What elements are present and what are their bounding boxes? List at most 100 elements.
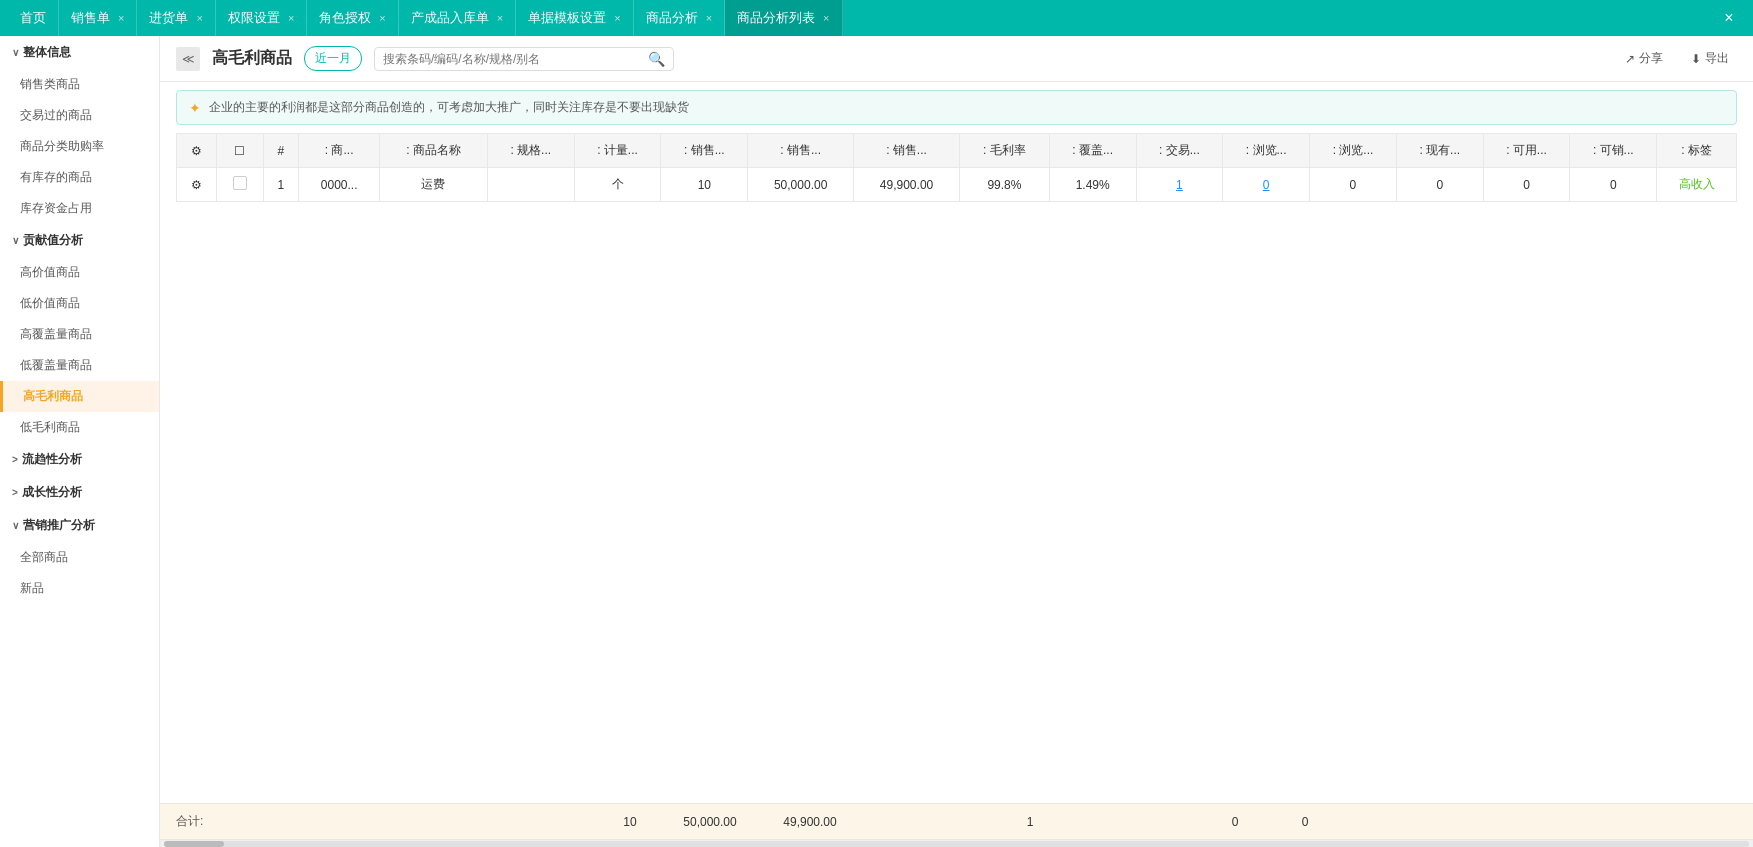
cell-sales-cost: 49,900.00 — [854, 168, 960, 202]
nav-template[interactable]: 单据模板设置 × — [516, 0, 633, 36]
cell-tag: 高收入 — [1657, 168, 1737, 202]
table-container: ⚙ ☐ # : 商... : 商品名称 : 规格... : 计量... : 销售… — [160, 133, 1753, 803]
cell-spec — [487, 168, 574, 202]
sidebar: ∨ 整体信息 销售类商品 交易过的商品 商品分类助购率 有库存的商品 库存资金占… — [0, 36, 160, 847]
sidebar-item-low-value[interactable]: 低价值商品 — [0, 288, 159, 319]
close-icon[interactable]: × — [379, 12, 385, 24]
sidebar-item-high-coverage[interactable]: 高覆盖量商品 — [0, 319, 159, 350]
close-icon[interactable]: × — [823, 12, 829, 24]
sidebar-item-traded-goods[interactable]: 交易过的商品 — [0, 100, 159, 131]
cell-gross-margin: 99.8% — [960, 168, 1050, 202]
col-coverage[interactable]: : 覆盖... — [1049, 134, 1136, 168]
nav-sales[interactable]: 销售单 × — [59, 0, 137, 36]
sidebar-group-marketing[interactable]: ∨ 营销推广分析 — [0, 509, 159, 542]
cell-check[interactable] — [217, 168, 264, 202]
close-icon[interactable]: × — [706, 12, 712, 24]
col-available[interactable]: : 可用... — [1483, 134, 1570, 168]
top-nav: 首页 销售单 × 进货单 × 权限设置 × 角色授权 × 产成品入库单 × 单据… — [0, 0, 1753, 36]
close-icon[interactable]: × — [196, 12, 202, 24]
chevron-right-icon: > — [12, 454, 18, 465]
search-box: 🔍 — [374, 47, 674, 71]
nav-permission[interactable]: 权限设置 × — [216, 0, 307, 36]
cell-views2: 0 — [1310, 168, 1397, 202]
content-area: ≪ 高毛利商品 近一月 🔍 ↗ 分享 ⬇ 导出 — [160, 36, 1753, 847]
page-title: 高毛利商品 — [212, 48, 292, 69]
col-check[interactable]: ☐ — [217, 134, 264, 168]
chevron-down-icon: ∨ — [12, 520, 19, 531]
col-num: # — [263, 134, 299, 168]
cell-transactions: 1 — [1136, 168, 1223, 202]
nav-analysis-list[interactable]: 商品分析列表 × — [725, 0, 842, 36]
scrollbar-track — [164, 841, 1749, 847]
col-sellable[interactable]: : 可销... — [1570, 134, 1657, 168]
col-sales-cost[interactable]: : 销售... — [854, 134, 960, 168]
col-unit[interactable]: : 计量... — [574, 134, 661, 168]
search-icon[interactable]: 🔍 — [648, 51, 665, 67]
filter-recent-month[interactable]: 近一月 — [304, 46, 362, 71]
sidebar-item-sales-goods[interactable]: 销售类商品 — [0, 69, 159, 100]
scrollbar-thumb[interactable] — [164, 841, 224, 847]
sidebar-group-trend[interactable]: > 流趋性分析 — [0, 443, 159, 476]
chevron-down-icon: ∨ — [12, 47, 19, 58]
col-code[interactable]: : 商... — [299, 134, 380, 168]
col-gross-margin[interactable]: : 毛利率 — [960, 134, 1050, 168]
table-row: ⚙ 1 0000... 运费 个 10 50,000.00 49,900.00 … — [177, 168, 1737, 202]
info-icon: ✦ — [189, 100, 201, 116]
cell-num: 1 — [263, 168, 299, 202]
sidebar-group-contribution[interactable]: ∨ 贡献值分析 — [0, 224, 159, 257]
export-button[interactable]: ⬇ 导出 — [1683, 46, 1737, 71]
sidebar-group-growth[interactable]: > 成长性分析 — [0, 476, 159, 509]
cell-code: 0000... — [299, 168, 380, 202]
close-icon[interactable]: × — [497, 12, 503, 24]
sidebar-item-all-goods[interactable]: 全部商品 — [0, 542, 159, 573]
sidebar-item-category-rate[interactable]: 商品分类助购率 — [0, 131, 159, 162]
header-actions: ↗ 分享 ⬇ 导出 — [1617, 46, 1737, 71]
col-views2[interactable]: : 浏览... — [1310, 134, 1397, 168]
content-header: ≪ 高毛利商品 近一月 🔍 ↗ 分享 ⬇ 导出 — [160, 36, 1753, 82]
close-icon[interactable]: × — [288, 12, 294, 24]
sidebar-group-overall[interactable]: ∨ 整体信息 — [0, 36, 159, 69]
cell-available: 0 — [1483, 168, 1570, 202]
share-icon: ↗ — [1625, 52, 1635, 66]
nav-home[interactable]: 首页 — [8, 0, 59, 36]
close-icon[interactable]: × — [614, 12, 620, 24]
col-sales-amount[interactable]: : 销售... — [748, 134, 854, 168]
nav-inbound[interactable]: 产成品入库单 × — [399, 0, 516, 36]
sidebar-item-stock-capital[interactable]: 库存资金占用 — [0, 193, 159, 224]
data-table: ⚙ ☐ # : 商... : 商品名称 : 规格... : 计量... : 销售… — [176, 133, 1737, 202]
search-input[interactable] — [383, 52, 644, 66]
cell-gear[interactable]: ⚙ — [177, 168, 217, 202]
nav-role[interactable]: 角色授权 × — [307, 0, 398, 36]
cell-sales-qty: 10 — [661, 168, 748, 202]
sidebar-item-in-stock[interactable]: 有库存的商品 — [0, 162, 159, 193]
cell-sales-amount: 50,000.00 — [748, 168, 854, 202]
cell-coverage: 1.49% — [1049, 168, 1136, 202]
sidebar-item-low-margin[interactable]: 低毛利商品 — [0, 412, 159, 443]
col-sales-qty[interactable]: : 销售... — [661, 134, 748, 168]
cell-current-stock: 0 — [1396, 168, 1483, 202]
nav-analysis[interactable]: 商品分析 × — [634, 0, 725, 36]
close-all-button[interactable]: × — [1713, 2, 1745, 34]
share-button[interactable]: ↗ 分享 — [1617, 46, 1671, 71]
sidebar-item-high-value[interactable]: 高价值商品 — [0, 257, 159, 288]
sidebar-item-high-margin[interactable]: 高毛利商品 — [0, 381, 159, 412]
cell-name: 运费 — [380, 168, 488, 202]
col-current-stock[interactable]: : 现有... — [1396, 134, 1483, 168]
col-spec[interactable]: : 规格... — [487, 134, 574, 168]
collapse-button[interactable]: ≪ — [176, 47, 200, 71]
col-name[interactable]: : 商品名称 — [380, 134, 488, 168]
cell-sellable: 0 — [1570, 168, 1657, 202]
horizontal-scrollbar[interactable] — [160, 839, 1753, 847]
col-gear[interactable]: ⚙ — [177, 134, 217, 168]
cell-views1: 0 — [1223, 168, 1310, 202]
col-transactions[interactable]: : 交易... — [1136, 134, 1223, 168]
nav-purchase[interactable]: 进货单 × — [137, 0, 215, 36]
table-body: ⚙ 1 0000... 运费 个 10 50,000.00 49,900.00 … — [177, 168, 1737, 202]
col-views1[interactable]: : 浏览... — [1223, 134, 1310, 168]
close-icon[interactable]: × — [118, 12, 124, 24]
sidebar-item-low-coverage[interactable]: 低覆盖量商品 — [0, 350, 159, 381]
cell-unit: 个 — [574, 168, 661, 202]
footer-total: 合计: 10 50,000.00 49,900.00 1 0 0 — [160, 803, 1753, 839]
sidebar-item-new-goods[interactable]: 新品 — [0, 573, 159, 604]
col-tag[interactable]: : 标签 — [1657, 134, 1737, 168]
